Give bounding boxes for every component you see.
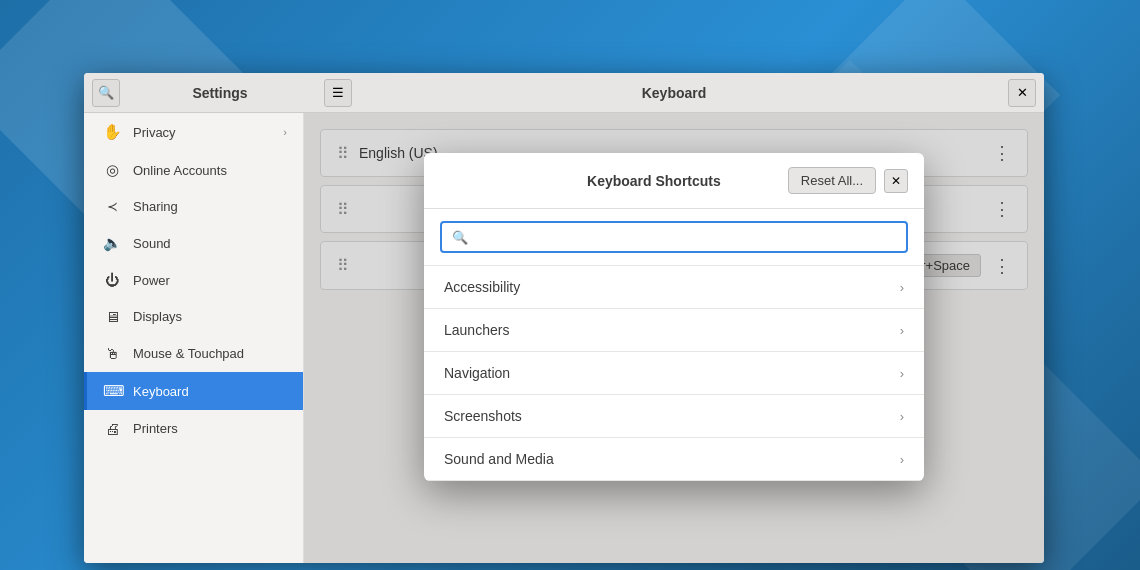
category-navigation[interactable]: Navigation › — [424, 352, 924, 395]
settings-window: 🔍 Settings ☰ Keyboard ✕ ✋ Privacy › ◎ On… — [84, 73, 1044, 563]
search-input[interactable] — [476, 229, 896, 245]
titlebar: 🔍 Settings ☰ Keyboard ✕ — [84, 73, 1044, 113]
privacy-icon: ✋ — [103, 123, 121, 141]
category-screenshots[interactable]: Screenshots › — [424, 395, 924, 438]
sidebar-item-displays[interactable]: 🖥 Displays — [84, 298, 303, 335]
sidebar-item-label: Displays — [133, 309, 182, 324]
titlebar-right: ✕ — [996, 79, 1036, 107]
mouse-icon: 🖱 — [103, 345, 121, 362]
online-accounts-icon: ◎ — [103, 161, 121, 179]
sidebar-item-online-accounts[interactable]: ◎ Online Accounts — [84, 151, 303, 189]
chevron-right-icon: › — [900, 409, 904, 424]
category-launchers[interactable]: Launchers › — [424, 309, 924, 352]
category-label: Sound and Media — [444, 451, 554, 467]
search-icon: 🔍 — [98, 85, 114, 100]
modal-close-button[interactable]: ✕ — [884, 169, 908, 193]
close-icon: ✕ — [1017, 85, 1028, 100]
category-label: Launchers — [444, 322, 509, 338]
chevron-right-icon: › — [900, 452, 904, 467]
sidebar-item-label: Sound — [133, 236, 171, 251]
sharing-icon: ≺ — [103, 199, 121, 214]
sidebar-item-label: Printers — [133, 421, 178, 436]
chevron-right-icon: › — [900, 323, 904, 338]
keyboard-shortcuts-modal: Keyboard Shortcuts Reset All... ✕ 🔍 — [424, 153, 924, 481]
close-icon: ✕ — [891, 174, 901, 188]
search-icon: 🔍 — [452, 230, 468, 245]
modal-header: Keyboard Shortcuts Reset All... ✕ — [424, 153, 924, 209]
sidebar-item-label: Mouse & Touchpad — [133, 346, 244, 361]
category-accessibility[interactable]: Accessibility › — [424, 266, 924, 309]
sidebar-item-power[interactable]: ⏻ Power — [84, 262, 303, 298]
category-label: Screenshots — [444, 408, 522, 424]
sidebar: ✋ Privacy › ◎ Online Accounts ≺ Sharing … — [84, 113, 304, 563]
chevron-right-icon: › — [283, 126, 287, 138]
printers-icon: 🖨 — [103, 420, 121, 437]
displays-icon: 🖥 — [103, 308, 121, 325]
keyboard-title: Keyboard — [352, 85, 996, 101]
search-box: 🔍 — [424, 209, 924, 266]
sidebar-item-label: Power — [133, 273, 170, 288]
shortcut-category-list: Accessibility › Launchers › Navigation › — [424, 266, 924, 481]
modal-title: Keyboard Shortcuts — [528, 173, 780, 189]
window-body: ✋ Privacy › ◎ Online Accounts ≺ Sharing … — [84, 113, 1044, 563]
sidebar-item-label: Online Accounts — [133, 163, 227, 178]
sidebar-item-label: Sharing — [133, 199, 178, 214]
close-button[interactable]: ✕ — [1008, 79, 1036, 107]
settings-title: Settings — [124, 85, 316, 101]
chevron-right-icon: › — [900, 366, 904, 381]
sidebar-item-keyboard[interactable]: ⌨ Keyboard — [84, 372, 303, 410]
reset-all-button[interactable]: Reset All... — [788, 167, 876, 194]
hamburger-icon: ☰ — [332, 85, 344, 100]
search-button[interactable]: 🔍 — [92, 79, 120, 107]
modal-overlay: Keyboard Shortcuts Reset All... ✕ 🔍 — [304, 113, 1044, 563]
sidebar-item-label: Privacy — [133, 125, 176, 140]
titlebar-left: 🔍 Settings ☰ — [92, 79, 352, 107]
category-label: Navigation — [444, 365, 510, 381]
sidebar-item-printers[interactable]: 🖨 Printers — [84, 410, 303, 447]
sound-icon: 🔈 — [103, 234, 121, 252]
sidebar-item-mouse-touchpad[interactable]: 🖱 Mouse & Touchpad — [84, 335, 303, 372]
category-sound-media[interactable]: Sound and Media › — [424, 438, 924, 481]
power-icon: ⏻ — [103, 272, 121, 288]
chevron-right-icon: › — [900, 280, 904, 295]
category-label: Accessibility — [444, 279, 520, 295]
hamburger-button[interactable]: ☰ — [324, 79, 352, 107]
sidebar-item-sound[interactable]: 🔈 Sound — [84, 224, 303, 262]
sidebar-item-sharing[interactable]: ≺ Sharing — [84, 189, 303, 224]
sidebar-item-label: Keyboard — [133, 384, 189, 399]
search-wrapper: 🔍 — [440, 221, 908, 253]
main-content: ⠿ English (US) ⋮ ⠿ ⋮ ⠿ Super+Space ⋮ — [304, 113, 1044, 563]
keyboard-icon: ⌨ — [103, 382, 121, 400]
sidebar-item-privacy[interactable]: ✋ Privacy › — [84, 113, 303, 151]
